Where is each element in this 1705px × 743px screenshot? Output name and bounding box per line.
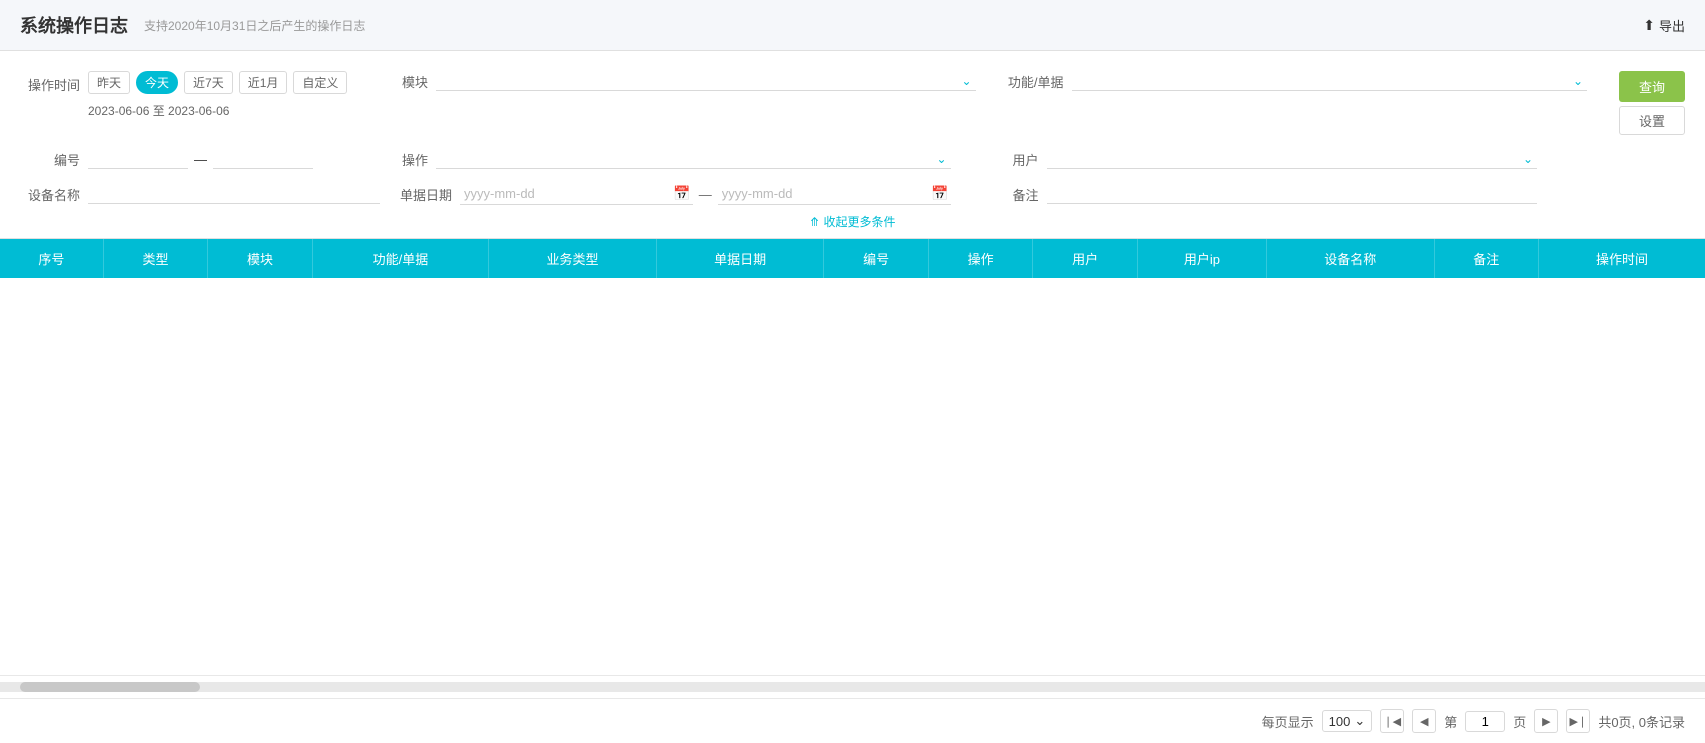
action-buttons: 查询 设置: [1619, 71, 1685, 135]
page-title: 系统操作日志: [20, 12, 128, 38]
page-suffix-label: 页: [1513, 712, 1526, 731]
user-label: 用户: [983, 150, 1039, 169]
op-chevron-icon[interactable]: ⌄: [932, 152, 950, 166]
export-label: 导出: [1659, 16, 1685, 35]
date-from-wrapper: 📅: [460, 183, 693, 205]
module-label: 模块: [396, 72, 428, 91]
time-filter-group: 昨天 今天 近7天 近1月 自定义: [88, 71, 347, 94]
time-today[interactable]: 今天: [136, 71, 178, 94]
export-button[interactable]: ⬆ 导出: [1643, 16, 1685, 35]
col-biz-type: 业务类型: [489, 239, 657, 278]
data-table-wrapper: 序号 类型 模块 功能/单据 业务类型 单据日期 编号 操作 用户 用户ip 设…: [0, 239, 1705, 675]
per-page-label: 每页显示: [1262, 712, 1314, 731]
collapse-label: 收起更多条件: [824, 213, 896, 230]
user-input[interactable]: [1047, 149, 1519, 168]
col-user: 用户: [1033, 239, 1137, 278]
date-to-input[interactable]: [718, 184, 929, 203]
collapse-chevron-icon: ⤊: [809, 215, 819, 229]
calendar-to-icon[interactable]: 📅: [929, 183, 950, 204]
col-op: 操作: [928, 239, 1032, 278]
data-table: 序号 类型 模块 功能/单据 业务类型 单据日期 编号 操作 用户 用户ip 设…: [0, 239, 1705, 278]
page-number-input[interactable]: [1465, 711, 1505, 732]
time-custom[interactable]: 自定义: [293, 71, 347, 94]
per-page-select[interactable]: 100 ⌄: [1322, 710, 1373, 732]
module-input[interactable]: [436, 71, 957, 90]
note-input[interactable]: [1047, 184, 1538, 204]
pagination-bar: 每页显示 100 ⌄ ❘◀ ◀ 第 页 ▶ ▶❘ 共0页, 0条记录: [0, 698, 1705, 743]
filter-panel: 操作时间 昨天 今天 近7天 近1月 自定义 2023-06-06 至 2023…: [0, 51, 1705, 205]
note-label: 备注: [983, 185, 1039, 204]
col-module: 模块: [208, 239, 312, 278]
date-from-input[interactable]: [460, 184, 671, 203]
code-dash: —: [194, 152, 207, 167]
module-chevron-icon[interactable]: ⌄: [957, 74, 975, 88]
settings-button[interactable]: 设置: [1619, 106, 1685, 135]
page-prefix-label: 第: [1444, 712, 1457, 731]
export-icon: ⬆: [1643, 17, 1655, 34]
code-label: 编号: [20, 150, 80, 169]
time-7days[interactable]: 近7天: [184, 71, 233, 94]
per-page-chevron-icon: ⌄: [1354, 713, 1365, 729]
op-label: 操作: [396, 150, 428, 169]
op-select[interactable]: ⌄: [436, 149, 951, 169]
user-chevron-icon[interactable]: ⌄: [1519, 152, 1537, 166]
col-seq: 序号: [0, 239, 103, 278]
col-user-ip: 用户ip: [1137, 239, 1266, 278]
col-type: 类型: [103, 239, 207, 278]
query-button[interactable]: 查询: [1619, 71, 1685, 102]
device-label: 设备名称: [20, 185, 80, 204]
code-to-input[interactable]: [213, 149, 313, 169]
page-next-button[interactable]: ▶: [1534, 709, 1558, 733]
page-last-button[interactable]: ▶❘: [1566, 709, 1590, 733]
time-range-display: 2023-06-06 至 2023-06-06: [88, 102, 347, 119]
page-first-button[interactable]: ❘◀: [1380, 709, 1404, 733]
func-chevron-icon[interactable]: ⌄: [1569, 74, 1587, 88]
collapse-button[interactable]: ⤊ 收起更多条件: [809, 213, 895, 230]
op-input[interactable]: [436, 149, 932, 168]
collapse-bar: ⤊ 收起更多条件: [0, 205, 1705, 239]
doc-date-label: 单据日期: [396, 185, 452, 204]
func-input[interactable]: [1072, 71, 1569, 90]
per-page-value: 100: [1329, 714, 1351, 729]
col-note: 备注: [1434, 239, 1538, 278]
user-select[interactable]: ⌄: [1047, 149, 1538, 169]
code-from-input[interactable]: [88, 149, 188, 169]
table-header-row: 序号 类型 模块 功能/单据 业务类型 单据日期 编号 操作 用户 用户ip 设…: [0, 239, 1705, 278]
calendar-from-icon[interactable]: 📅: [671, 183, 692, 204]
device-input[interactable]: [88, 184, 380, 204]
col-doc-date: 单据日期: [656, 239, 824, 278]
page-subtitle: 支持2020年10月31日之后产生的操作日志: [144, 17, 365, 34]
scrollbar-area: [0, 675, 1705, 698]
time-1month[interactable]: 近1月: [239, 71, 288, 94]
page-prev-button[interactable]: ◀: [1412, 709, 1436, 733]
col-code: 编号: [824, 239, 928, 278]
total-label: 共0页, 0条记录: [1598, 712, 1685, 731]
time-yesterday[interactable]: 昨天: [88, 71, 130, 94]
date-to-wrapper: 📅: [718, 183, 951, 205]
col-op-time: 操作时间: [1539, 239, 1705, 278]
func-label: 功能/单据: [1008, 72, 1064, 91]
col-func: 功能/单据: [312, 239, 488, 278]
date-dash: —: [699, 187, 712, 202]
col-device: 设备名称: [1266, 239, 1434, 278]
func-select[interactable]: ⌄: [1072, 71, 1588, 91]
time-label: 操作时间: [20, 75, 80, 94]
module-select[interactable]: ⌄: [436, 71, 976, 91]
